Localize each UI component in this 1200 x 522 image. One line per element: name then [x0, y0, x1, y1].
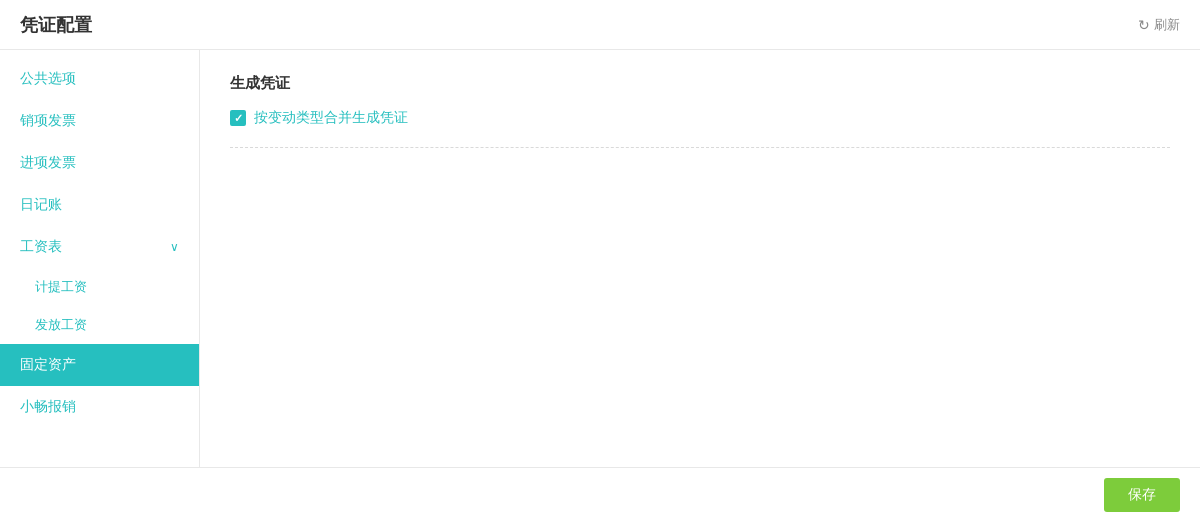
sidebar-item-payroll-payment[interactable]: 发放工资 [0, 306, 199, 344]
merge-by-type-checkbox[interactable]: ✓ [230, 110, 246, 126]
sidebar-item-label: 发放工资 [35, 317, 87, 332]
section-divider [230, 147, 1170, 148]
page-title: 凭证配置 [20, 13, 92, 37]
chevron-down-icon: ∨ [170, 240, 179, 254]
sidebar-item-label: 公共选项 [20, 70, 76, 88]
sidebar-item-label: 销项发票 [20, 112, 76, 130]
save-button[interactable]: 保存 [1104, 478, 1180, 512]
sidebar-item-label: 计提工资 [35, 279, 87, 294]
sidebar-item-label: 小畅报销 [20, 398, 76, 416]
sidebar-item-payroll-accrual[interactable]: 计提工资 [0, 268, 199, 306]
check-mark-icon: ✓ [234, 113, 243, 124]
sidebar-item-label: 日记账 [20, 196, 62, 214]
section-title: 生成凭证 [230, 74, 1170, 93]
content-area: 生成凭证 ✓ 按变动类型合并生成凭证 [200, 50, 1200, 467]
main-content: 公共选项 销项发票 进项发票 日记账 工资表 ∨ 计提工资 发放工资 固定资产 … [0, 50, 1200, 467]
sidebar-item-purchase-invoice[interactable]: 进项发票 [0, 142, 199, 184]
sidebar-item-public-options[interactable]: 公共选项 [0, 58, 199, 100]
refresh-button[interactable]: ↻ 刷新 [1138, 16, 1180, 34]
sidebar-item-label: 进项发票 [20, 154, 76, 172]
header: 凭证配置 ↻ 刷新 [0, 0, 1200, 50]
sidebar-item-fixed-assets[interactable]: 固定资产 [0, 344, 199, 386]
refresh-icon: ↻ [1138, 17, 1150, 33]
checkbox-row: ✓ 按变动类型合并生成凭证 [230, 109, 1170, 127]
sidebar-item-expense-report[interactable]: 小畅报销 [0, 386, 199, 428]
refresh-label: 刷新 [1154, 16, 1180, 34]
sidebar: 公共选项 销项发票 进项发票 日记账 工资表 ∨ 计提工资 发放工资 固定资产 … [0, 50, 200, 467]
sidebar-item-label: 工资表 [20, 238, 62, 256]
sidebar-item-label: 固定资产 [20, 356, 76, 374]
sidebar-item-sales-invoice[interactable]: 销项发票 [0, 100, 199, 142]
footer: 保存 [0, 467, 1200, 522]
sidebar-item-payroll[interactable]: 工资表 ∨ [0, 226, 199, 268]
checkbox-label[interactable]: 按变动类型合并生成凭证 [254, 109, 408, 127]
sidebar-item-journal[interactable]: 日记账 [0, 184, 199, 226]
